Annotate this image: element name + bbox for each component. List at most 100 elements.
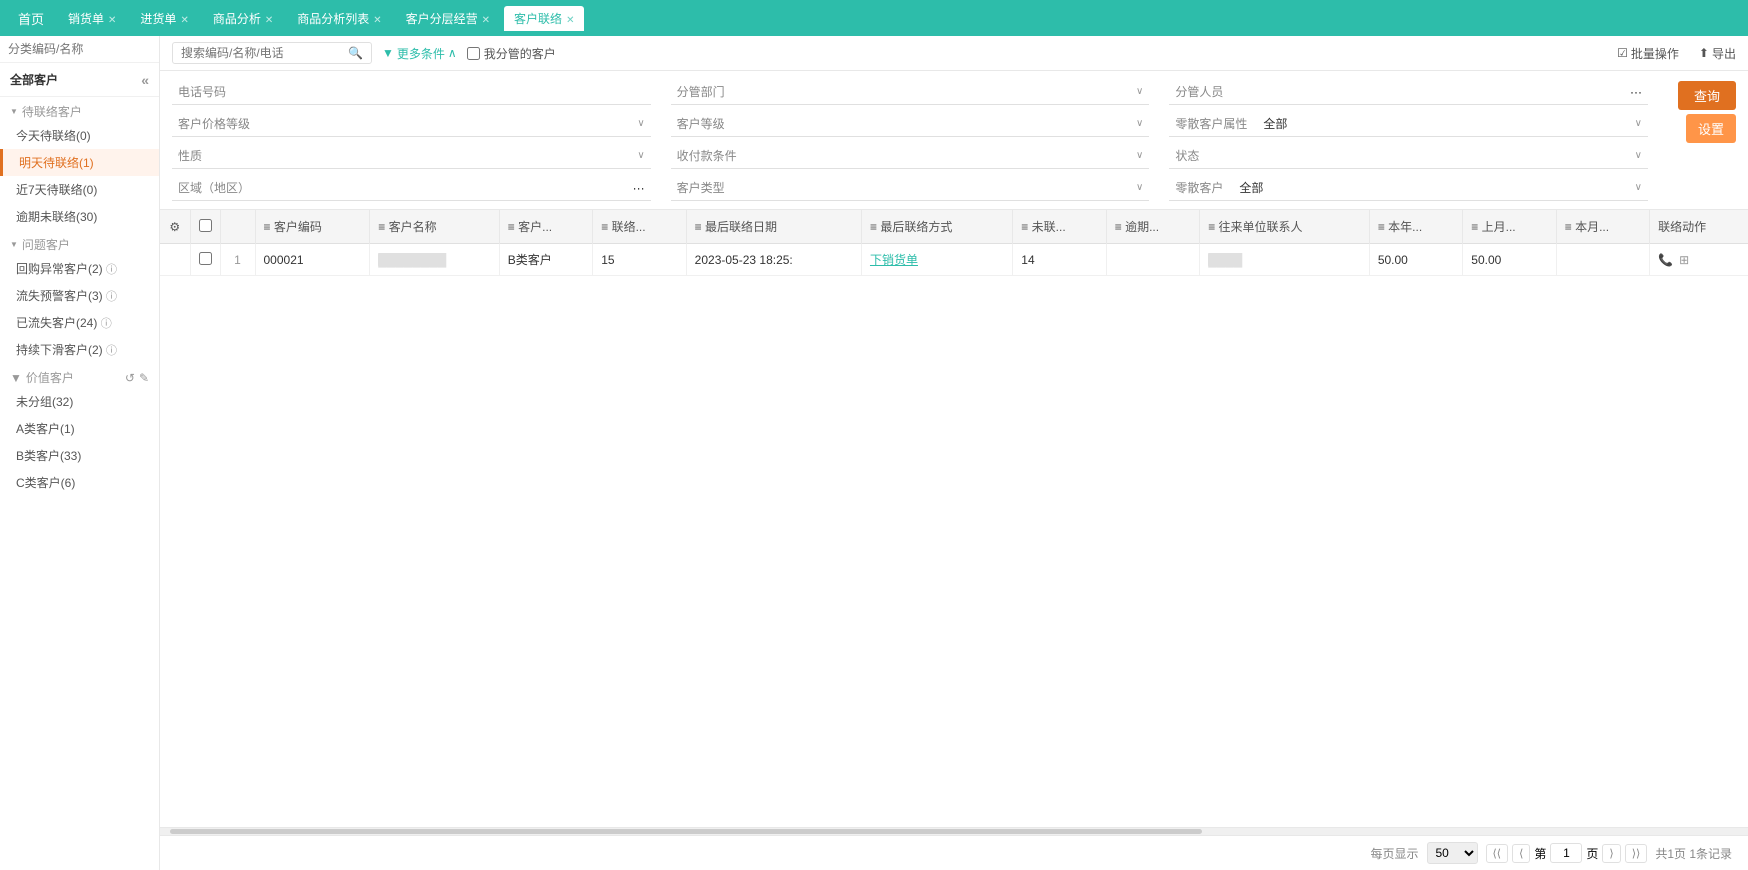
nav-item-purchase[interactable]: 进货单✕ [130, 6, 198, 31]
col-no-contact-header[interactable]: ≡ 未联... [1013, 210, 1106, 244]
table-wrap: ⚙ ≡ 客户编码 ≡ 客户名称 ≡ 客户... [160, 210, 1748, 827]
dots-icon: ··· [1630, 85, 1642, 99]
col-overdue-header[interactable]: ≡ 逾期... [1106, 210, 1199, 244]
col-contact-header[interactable]: ≡ 联络... [593, 210, 686, 244]
col-this-month-header[interactable]: ≡ 本月... [1556, 210, 1649, 244]
sidebar-item-declining[interactable]: 持续下滑客户(2) ⓘ [0, 336, 159, 363]
chevron-down-icon5: ∨ [637, 150, 644, 161]
col-last-month-header[interactable]: ≡ 上月... [1463, 210, 1556, 244]
pager-prev-btn[interactable]: ⟨ [1512, 844, 1530, 863]
filter-customer-grade[interactable]: 客户等级 ∨ [671, 111, 1150, 137]
chevron-down-icon7: ∨ [1635, 150, 1642, 161]
row-checkbox [190, 244, 220, 276]
filter-dept[interactable]: 分管部门 ∨ [671, 79, 1150, 105]
refresh-icon[interactable]: ↺ [125, 371, 135, 385]
query-button[interactable]: 查询 [1678, 81, 1736, 110]
sidebar-item-class-c[interactable]: C类客户(6) [0, 469, 159, 496]
table-footer: 每页显示 50 100 ⟨⟨ ⟨ 第 页 ⟩ ⟩⟩ 共1页 1条记录 [160, 835, 1748, 870]
col-last-date-header[interactable]: ≡ 最后联络日期 [686, 210, 861, 244]
search-bar: 🔍 ▼ 更多条件 ∧ 我分管的客户 ☑ 批量操作 ⬆ 导出 [160, 36, 1748, 71]
row-type: B类客户 [499, 244, 592, 276]
nav-item-customer-tier[interactable]: 客户分层经营✕ [396, 6, 500, 31]
col-code-header[interactable]: ≡ 客户编码 [255, 210, 370, 244]
sidebar-collapse-icon: « [141, 72, 149, 88]
per-page-select[interactable]: 50 100 [1427, 842, 1478, 864]
row-code: 000021 [255, 244, 370, 276]
export-btn[interactable]: ⬆ 导出 [1699, 45, 1736, 62]
filter-phone-input[interactable] [234, 85, 645, 99]
action-phone-icon[interactable]: 📞 [1658, 253, 1673, 267]
search-icon-main[interactable]: 🔍 [348, 46, 363, 60]
group-triangle-icon3: ▼ [10, 371, 22, 385]
chevron-down-icon6: ∨ [1136, 150, 1143, 161]
settings-button[interactable]: 设置 [1686, 114, 1736, 143]
sidebar-item-churned[interactable]: 已流失客户(24) ⓘ [0, 309, 159, 336]
search-input[interactable] [181, 46, 348, 60]
col-this-year-header[interactable]: ≡ 本年... [1369, 210, 1462, 244]
group-triangle-icon: ▼ [10, 107, 18, 116]
total-records: 共1页 1条记录 [1655, 845, 1732, 862]
batch-ops-btn[interactable]: ☑ 批量操作 [1617, 45, 1679, 62]
row-name: ████████ [370, 244, 499, 276]
more-conditions-btn[interactable]: ▼ 更多条件 ∧ [382, 45, 457, 62]
sidebar-item-class-a[interactable]: A类客户(1) [0, 415, 159, 442]
sidebar-item-churn-warning[interactable]: 流失预警客户(3) ⓘ [0, 282, 159, 309]
filter-person[interactable]: 分管人员 ··· [1169, 79, 1648, 105]
top-nav: 首页 销货单✕ 进货单✕ 商品分析✕ 商品分析列表✕ 客户分层经营✕ 客户联络✕ [0, 0, 1748, 36]
checkbox-icon: ☑ [1617, 46, 1628, 60]
nav-item-product-analysis-list[interactable]: 商品分析列表✕ [287, 6, 391, 31]
filter-value-grade[interactable]: 客户价格等级 ∨ [172, 111, 651, 137]
sidebar-item-7day-contact[interactable]: 近7天待联络(0) [0, 176, 159, 203]
row-actions: 📞 ⊞ [1650, 244, 1748, 276]
filter-nature[interactable]: 性质 ∨ [172, 143, 651, 169]
row-this-month [1556, 244, 1649, 276]
sidebar-item-class-b[interactable]: B类客户(33) [0, 442, 159, 469]
col-gear[interactable]: ⚙ [160, 210, 190, 244]
sidebar-item-tomorrow-contact[interactable]: 明天待联络(1) [0, 149, 159, 176]
filter-customer-type[interactable]: 客户类型 ∨ [671, 175, 1150, 201]
sidebar-search-input[interactable] [8, 42, 160, 56]
action-grid-icon[interactable]: ⊞ [1679, 253, 1689, 267]
nav-item-customer-contact[interactable]: 客户联络✕ [504, 6, 584, 31]
per-page-label: 每页显示 [1370, 845, 1418, 862]
filter-region[interactable]: 区域（地区） ··· [172, 175, 651, 201]
row-overdue [1106, 244, 1199, 276]
chevron-down-icon9: ∨ [1635, 182, 1642, 193]
sidebar-item-today-contact[interactable]: 今天待联络(0) [0, 122, 159, 149]
pager-current: 第 页 [1534, 843, 1598, 863]
select-all-checkbox[interactable] [199, 219, 212, 232]
sidebar-all-customers[interactable]: 全部客户 « [0, 63, 159, 97]
pager-first-btn[interactable]: ⟨⟨ [1486, 844, 1509, 863]
pager-next-btn[interactable]: ⟩ [1602, 844, 1620, 863]
sidebar-group-problem-customers: ▼ 问题客户 [0, 230, 159, 255]
my-customers-checkbox[interactable]: 我分管的客户 [467, 45, 556, 62]
chevron-down-icon3: ∨ [1136, 118, 1143, 129]
sidebar: 🔍 全部客户 « ▼ 待联络客户 今天待联络(0) 明天待联络(1) 近7天待联… [0, 36, 160, 870]
dots-icon2: ··· [633, 181, 645, 195]
page-input[interactable] [1550, 843, 1582, 863]
row-select-checkbox[interactable] [199, 252, 212, 265]
filter-panel: 电话号码 分管部门 ∨ 分管人员 ··· [160, 71, 1748, 210]
col-company-contact-header[interactable]: ≡ 往来单位联系人 [1200, 210, 1370, 244]
sidebar-all-customers-label: 全部客户 [10, 71, 58, 88]
sidebar-item-unclassified[interactable]: 未分组(32) [0, 388, 159, 415]
col-name-header[interactable]: ≡ 客户名称 [370, 210, 499, 244]
nav-item-home[interactable]: 首页 [8, 5, 54, 32]
last-method-link[interactable]: 下销货单 [870, 253, 918, 267]
filter-payment[interactable]: 收付款条件 ∨ [671, 143, 1150, 169]
row-last-month: 50.00 [1463, 244, 1556, 276]
col-last-method-header[interactable]: ≡ 最后联络方式 [861, 210, 1012, 244]
sidebar-item-repurchase-abnormal[interactable]: 回购异常客户(2) ⓘ [0, 255, 159, 282]
row-gear [160, 244, 190, 276]
nav-item-product-analysis[interactable]: 商品分析✕ [203, 6, 283, 31]
pager-last-btn[interactable]: ⟩⟩ [1625, 844, 1648, 863]
sidebar-item-overdue-contact[interactable]: 逾期未联络(30) [0, 203, 159, 230]
col-checkbox-header [190, 210, 220, 244]
row-this-year: 50.00 [1369, 244, 1462, 276]
my-customers-check[interactable] [467, 47, 480, 60]
filter-status[interactable]: 状态 ∨ [1169, 143, 1648, 169]
row-company-contact: ████ [1200, 244, 1370, 276]
col-type-header[interactable]: ≡ 客户... [499, 210, 592, 244]
edit-icon[interactable]: ✎ [139, 371, 149, 385]
nav-item-sales[interactable]: 销货单✕ [58, 6, 126, 31]
